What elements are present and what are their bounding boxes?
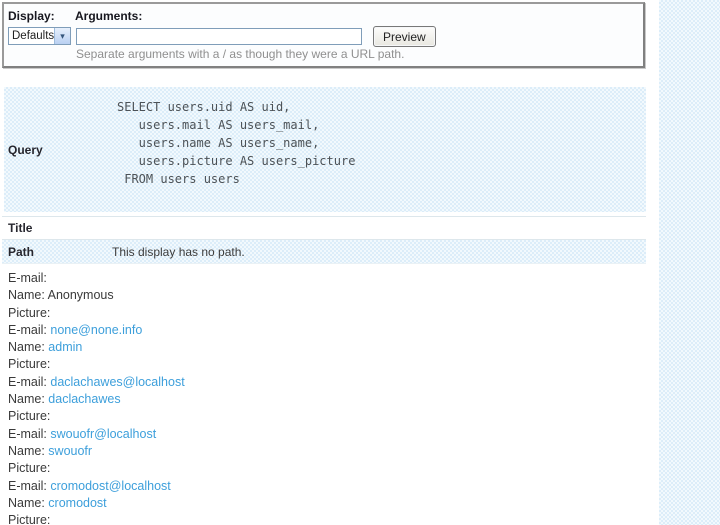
chevron-down-icon: ▾ — [54, 28, 70, 44]
query-section: Query SELECT users.uid AS uid, users.mai… — [4, 87, 646, 212]
preview-line: Picture: — [8, 512, 628, 525]
field-label: Picture: — [8, 357, 51, 372]
preview-line: Picture: — [8, 460, 628, 477]
email-link[interactable]: daclachawes@localhost — [50, 375, 184, 389]
preview-line: E-mail: cromodost@localhost — [8, 478, 628, 495]
preview-line: Name: admin — [8, 339, 628, 356]
field-label: E-mail: — [8, 271, 47, 285]
preview-line: Name: daclachawes — [8, 391, 628, 408]
path-value: This display has no path. — [112, 244, 245, 259]
display-label: Display: — [8, 9, 55, 23]
path-row: Path This display has no path. — [2, 239, 646, 264]
field-label: Name: — [8, 288, 48, 303]
query-sql: SELECT users.uid AS uid, users.mail AS u… — [117, 100, 356, 186]
field-label: E-mail: — [8, 478, 51, 493]
views-preview-page: Display: Defaults ▾ Arguments: Preview S… — [0, 0, 720, 525]
field-label: Picture: — [8, 461, 51, 476]
field-label: E-mail: — [8, 426, 51, 441]
name-link[interactable]: cromodost — [48, 496, 106, 510]
field-value: Anonymous — [47, 288, 114, 303]
name-link[interactable]: swouofr — [48, 444, 92, 458]
preview-line: E-mail: swouofr@localhost — [8, 426, 628, 443]
path-label: Path — [8, 244, 35, 259]
name-link[interactable]: daclachawes — [48, 392, 120, 406]
page-background-strip — [659, 0, 720, 525]
arguments-input[interactable] — [76, 28, 362, 45]
preview-line: Picture: — [8, 356, 628, 373]
preview-line: Name: Anonymous — [8, 287, 628, 304]
preview-list: E-mail: Name: Anonymous Picture: E-mail: … — [8, 270, 628, 525]
field-label: Name: — [8, 340, 49, 355]
field-label: Name: — [8, 392, 49, 407]
preview-line: Picture: — [8, 408, 628, 425]
field-label: Picture: — [8, 513, 51, 525]
preview-line: E-mail: — [8, 270, 628, 287]
preview-form: Display: Defaults ▾ Arguments: Preview S… — [2, 2, 645, 68]
display-select[interactable]: Defaults ▾ — [8, 27, 71, 45]
field-label: Picture: — [8, 409, 51, 424]
field-label: E-mail: — [8, 374, 51, 389]
query-label: Query — [8, 142, 43, 157]
field-label: Name: — [8, 443, 49, 458]
email-link[interactable]: none@none.info — [50, 323, 142, 337]
preview-line: E-mail: daclachawes@localhost — [8, 374, 628, 391]
email-link[interactable]: swouofr@localhost — [50, 427, 156, 441]
field-label: Name: — [8, 495, 49, 510]
field-label: Picture: — [8, 305, 51, 320]
email-link[interactable]: cromodost@localhost — [50, 479, 170, 493]
preview-button[interactable]: Preview — [373, 26, 436, 47]
preview-line: Picture: — [8, 305, 628, 322]
name-link[interactable]: admin — [48, 340, 82, 354]
title-row: Title — [2, 216, 646, 239]
display-settings-rows: Title Path This display has no path. — [2, 216, 646, 264]
preview-line: Name: cromodost — [8, 495, 628, 512]
title-label: Title — [8, 221, 33, 235]
preview-line: E-mail: none@none.info — [8, 322, 628, 339]
arguments-label: Arguments: — [75, 9, 143, 23]
preview-line: Name: swouofr — [8, 443, 628, 460]
arguments-help-text: Separate arguments with a / as though th… — [76, 47, 405, 61]
field-label: E-mail: — [8, 322, 51, 337]
display-select-value: Defaults — [12, 30, 54, 42]
